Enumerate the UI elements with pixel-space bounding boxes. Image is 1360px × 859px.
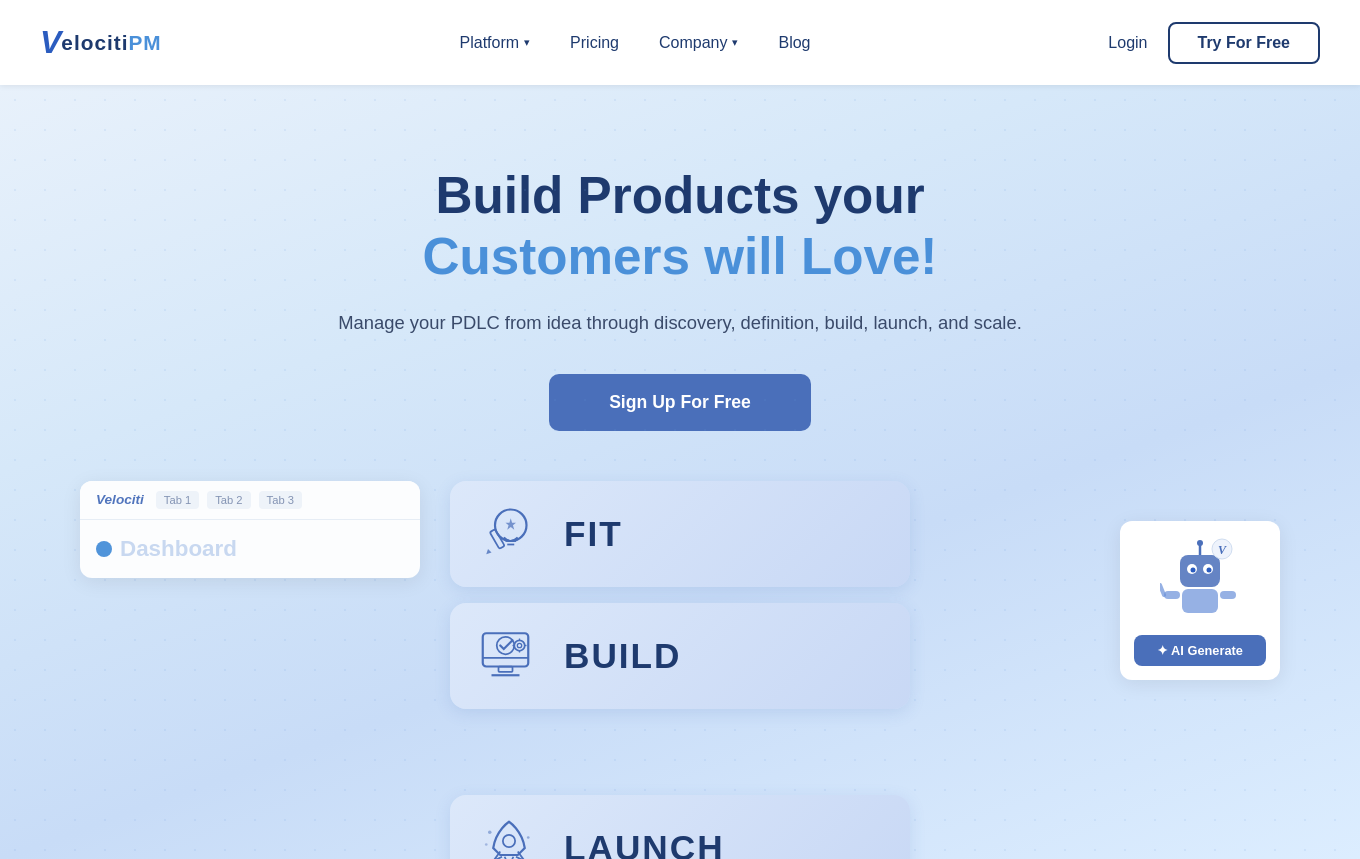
build-label: BUILD bbox=[564, 636, 682, 676]
fit-label: FIT bbox=[564, 514, 623, 554]
svg-point-9 bbox=[514, 640, 525, 651]
logo-name: elocitiPM bbox=[61, 31, 161, 55]
hero-subtitle: Manage your PDLC from idea through disco… bbox=[338, 312, 1022, 334]
dashboard-card: Velociti Tab 1 Tab 2 Tab 3 Dashboard bbox=[80, 481, 420, 578]
login-button[interactable]: Login bbox=[1108, 34, 1147, 52]
card-body: Dashboard bbox=[80, 520, 420, 578]
chevron-down-icon: ▾ bbox=[524, 36, 530, 49]
topbar-tabs: Tab 1 Tab 2 Tab 3 bbox=[156, 491, 302, 509]
nav-platform[interactable]: Platform ▾ bbox=[460, 34, 531, 52]
logo-v-letter: V bbox=[40, 24, 61, 61]
logo[interactable]: V elocitiPM bbox=[40, 24, 162, 61]
nav-pricing[interactable]: Pricing bbox=[570, 34, 619, 52]
signup-button[interactable]: Sign Up For Free bbox=[549, 374, 811, 431]
svg-rect-23 bbox=[1164, 591, 1180, 599]
robot-icon: V bbox=[1160, 535, 1240, 625]
svg-point-31 bbox=[485, 843, 488, 846]
svg-rect-15 bbox=[1180, 555, 1220, 587]
navbar: V elocitiPM Platform ▾ Pricing Company ▾… bbox=[0, 0, 1360, 85]
svg-point-18 bbox=[1191, 567, 1196, 572]
hero-title-line2: Customers will Love! bbox=[423, 226, 938, 287]
dashboard-dot-icon bbox=[96, 541, 112, 557]
svg-rect-24 bbox=[1220, 591, 1236, 599]
card-topbar: Velociti Tab 1 Tab 2 Tab 3 bbox=[80, 481, 420, 520]
topbar-tab: Tab 1 bbox=[156, 491, 199, 509]
topbar-tab: Tab 3 bbox=[259, 491, 302, 509]
topbar-tab: Tab 2 bbox=[207, 491, 250, 509]
nav-blog[interactable]: Blog bbox=[778, 34, 810, 52]
svg-line-25 bbox=[1160, 585, 1164, 595]
launch-icon bbox=[474, 813, 544, 859]
svg-point-28 bbox=[503, 835, 515, 847]
svg-rect-22 bbox=[1182, 589, 1218, 613]
ai-card: V ✦ AI Generate bbox=[1120, 521, 1280, 680]
launch-label: LAUNCH bbox=[564, 828, 725, 859]
svg-text:V: V bbox=[1218, 543, 1227, 557]
nav-actions: Login Try For Free bbox=[1108, 22, 1320, 64]
svg-point-30 bbox=[527, 836, 530, 839]
svg-point-10 bbox=[517, 643, 521, 647]
dashboard-label: Dashboard bbox=[96, 536, 404, 562]
build-card: BUILD bbox=[450, 603, 910, 709]
nav-company[interactable]: Company ▾ bbox=[659, 34, 738, 52]
fit-icon bbox=[474, 499, 544, 569]
fit-card: FIT bbox=[450, 481, 910, 587]
svg-point-29 bbox=[488, 830, 492, 834]
launch-partial: LAUNCH bbox=[450, 795, 910, 859]
hero-section: Build Products your Customers will Love!… bbox=[0, 85, 1360, 859]
topbar-logo: Velociti bbox=[96, 492, 144, 507]
try-for-free-button[interactable]: Try For Free bbox=[1168, 22, 1320, 64]
phase-cards: FIT bbox=[450, 481, 910, 709]
hero-title-line1: Build Products your bbox=[435, 165, 924, 226]
launch-card: LAUNCH bbox=[450, 795, 910, 859]
ai-generate-button[interactable]: ✦ AI Generate bbox=[1134, 635, 1266, 666]
build-icon bbox=[474, 621, 544, 691]
svg-point-19 bbox=[1207, 567, 1212, 572]
chevron-down-icon: ▾ bbox=[732, 36, 738, 49]
nav-links: Platform ▾ Pricing Company ▾ Blog bbox=[460, 34, 811, 52]
svg-rect-6 bbox=[499, 666, 513, 671]
svg-point-21 bbox=[1197, 540, 1203, 546]
hero-visuals: Velociti Tab 1 Tab 2 Tab 3 Dashboard bbox=[80, 481, 1280, 859]
